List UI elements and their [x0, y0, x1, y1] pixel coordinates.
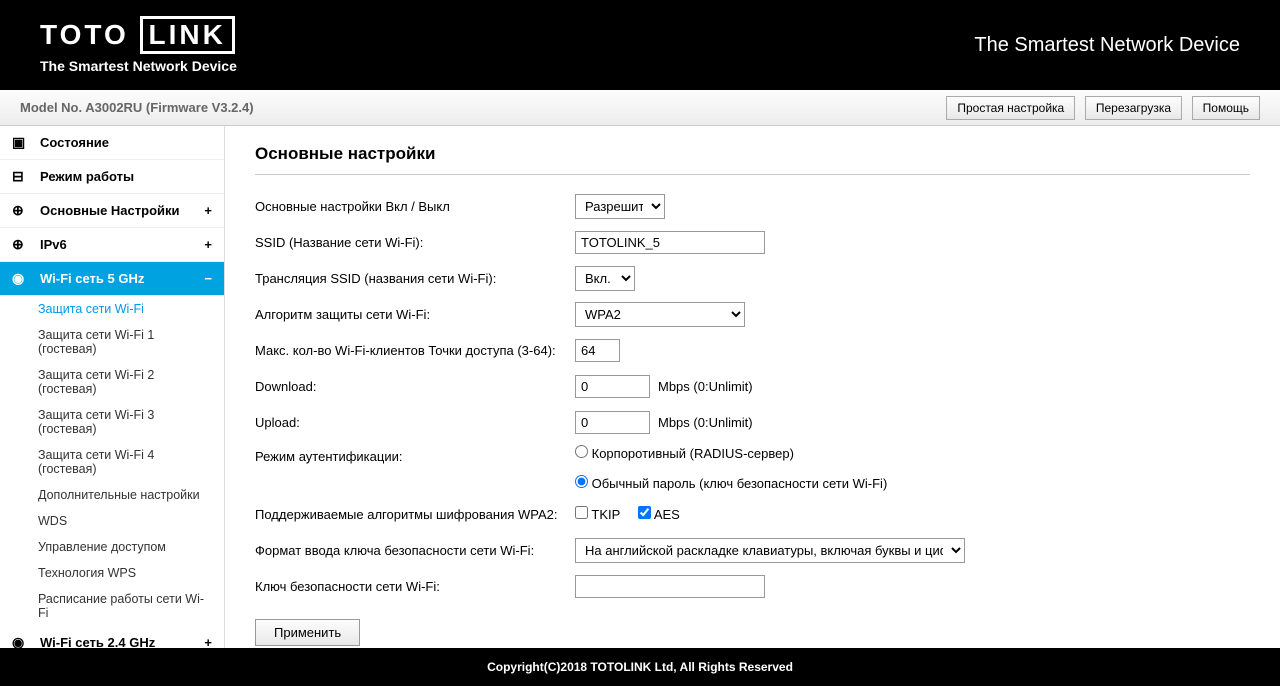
nav-sub-security[interactable]: Защита сети Wi-Fi: [0, 296, 224, 322]
nav-sub-wps[interactable]: Технология WPS: [0, 560, 224, 586]
nav-status[interactable]: ▣Состояние: [0, 126, 224, 160]
upload-input[interactable]: [575, 411, 650, 434]
nav-sub-wds[interactable]: WDS: [0, 508, 224, 534]
nav-sub-schedule[interactable]: Расписание работы сети Wi-Fi: [0, 586, 224, 626]
security-select[interactable]: WPA2: [575, 302, 745, 327]
label-security: Алгоритм защиты сети Wi-Fi:: [255, 307, 575, 322]
label-enable: Основные настройки Вкл / Выкл: [255, 199, 575, 214]
header: TOTO LINK The Smartest Network Device Th…: [0, 0, 1280, 90]
key-input[interactable]: [575, 575, 765, 598]
header-tagline: The Smartest Network Device: [974, 34, 1240, 57]
nav-sub-access[interactable]: Управление доступом: [0, 534, 224, 560]
broadcast-select[interactable]: Вкл.: [575, 266, 635, 291]
nav-ipv6[interactable]: ⊕IPv6+: [0, 228, 224, 262]
label-key: Ключ безопасности сети Wi-Fi:: [255, 579, 575, 594]
expand-icon: +: [204, 237, 212, 252]
reboot-button[interactable]: Перезагрузка: [1085, 96, 1182, 120]
model-label: Model No. A3002RU (Firmware V3.2.4): [20, 100, 254, 115]
globe-icon: ⊕: [12, 202, 32, 219]
radio-password[interactable]: Обычный пароль (ключ безопасности сети W…: [575, 475, 887, 491]
download-input[interactable]: [575, 375, 650, 398]
checkbox-aes[interactable]: AES: [638, 507, 680, 522]
nav-wifi-24ghz[interactable]: ◉Wi-Fi сеть 2.4 GHz+: [0, 626, 224, 648]
radio-radius[interactable]: Корпоротивный (RADIUS-сервер): [575, 445, 794, 461]
label-download: Download:: [255, 379, 575, 394]
unit-label: Mbps (0:Unlimit): [658, 415, 753, 430]
nav-sub-guest1[interactable]: Защита сети Wi-Fi 1 (гостевая): [0, 322, 224, 362]
label-keyformat: Формат ввода ключа безопасности сети Wi-…: [255, 543, 575, 558]
status-icon: ▣: [12, 134, 32, 151]
page-title: Основные настройки: [255, 144, 1250, 164]
label-ssid: SSID (Название сети Wi-Fi):: [255, 235, 575, 250]
nav-mode[interactable]: ⊟Режим работы: [0, 160, 224, 194]
nav-sub-guest2[interactable]: Защита сети Wi-Fi 2 (гостевая): [0, 362, 224, 402]
expand-icon: +: [204, 203, 212, 218]
wifi-icon: ◉: [12, 270, 32, 287]
mode-icon: ⊟: [12, 168, 32, 185]
nav-sub-advanced[interactable]: Дополнительные настройки: [0, 482, 224, 508]
help-button[interactable]: Помощь: [1192, 96, 1260, 120]
nav-sub-guest3[interactable]: Защита сети Wi-Fi 3 (гостевая): [0, 402, 224, 442]
expand-icon: +: [204, 635, 212, 648]
info-bar: Model No. A3002RU (Firmware V3.2.4) Прос…: [0, 90, 1280, 126]
nav-sub-guest4[interactable]: Защита сети Wi-Fi 4 (гостевая): [0, 442, 224, 482]
globe-icon: ⊕: [12, 236, 32, 253]
apply-button[interactable]: Применить: [255, 619, 360, 646]
label-maxclients: Макс. кол-во Wi-Fi-клиентов Точки доступ…: [255, 343, 575, 358]
checkbox-tkip[interactable]: TKIP: [575, 507, 620, 522]
maxclients-input[interactable]: [575, 339, 620, 362]
nav-wifi-5ghz[interactable]: ◉Wi-Fi сеть 5 GHz−: [0, 262, 224, 296]
wifi-icon: ◉: [12, 634, 32, 648]
content-area: Основные настройки Основные настройки Вк…: [225, 126, 1280, 648]
label-upload: Upload:: [255, 415, 575, 430]
label-authmode: Режим аутентификации:: [255, 445, 575, 464]
label-cipher: Поддерживаемые алгоритмы шифрования WPA2…: [255, 507, 575, 522]
ssid-input[interactable]: [575, 231, 765, 254]
simple-setup-button[interactable]: Простая настройка: [946, 96, 1075, 120]
keyformat-select[interactable]: На английской раскладке клавиатуры, вклю…: [575, 538, 965, 563]
label-broadcast: Трансляция SSID (названия сети Wi-Fi):: [255, 271, 575, 286]
collapse-icon: −: [204, 271, 212, 286]
footer: Copyright(C)2018 TOTOLINK Ltd, All Right…: [0, 648, 1280, 686]
sidebar: ▣Состояние ⊟Режим работы ⊕Основные Настр…: [0, 126, 225, 648]
nav-basic[interactable]: ⊕Основные Настройки+: [0, 194, 224, 228]
enable-select[interactable]: Разрешить: [575, 194, 665, 219]
logo: TOTO LINK The Smartest Network Device: [40, 16, 237, 74]
unit-label: Mbps (0:Unlimit): [658, 379, 753, 394]
